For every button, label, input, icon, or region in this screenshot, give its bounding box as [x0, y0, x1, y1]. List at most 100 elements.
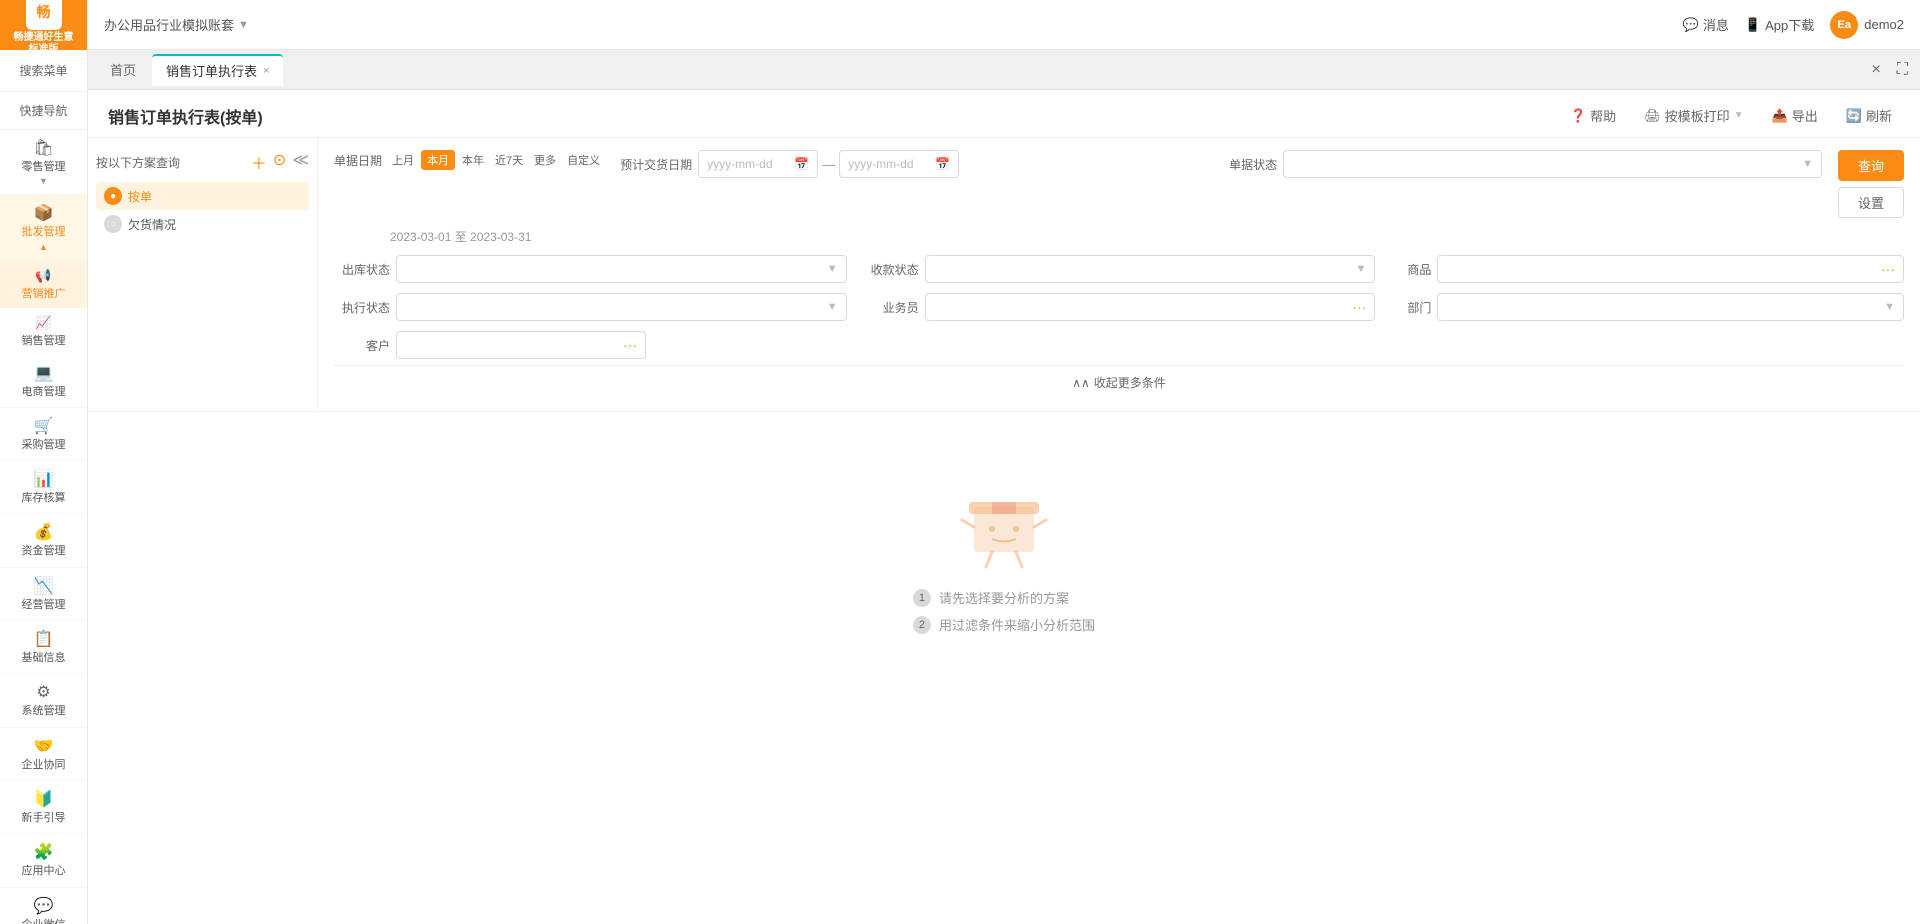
sidebar-item-newbie[interactable]: 🔰 新手引导 [0, 781, 87, 834]
tab-bar: 首页 销售订单执行表 × × ⛶ [88, 50, 1920, 90]
sales-icon: 📈 [35, 315, 51, 331]
empty-state-tips: 1 请先选择要分析的方案 2 用过滤条件来缩小分析范围 [913, 588, 1095, 634]
sidebar-item-operation-label: 经营管理 [22, 598, 66, 612]
sidebar-item-operation[interactable]: 📉 经营管理 [0, 568, 87, 621]
sidebar-item-wholesale[interactable]: 📦 批发管理 ▲ [0, 195, 87, 260]
tab-sales-order-label: 销售订单执行表 [166, 61, 257, 80]
sidebar-item-wechat[interactable]: 💬 企业微信 [0, 888, 87, 924]
sidebar-item-enterprise[interactable]: 🤝 企业协同 [0, 728, 87, 781]
newbie-icon: 🔰 [34, 789, 54, 809]
plan-settings-icon[interactable]: ⊙ [273, 150, 286, 174]
shortcut-this-month[interactable]: 本月 [421, 150, 455, 170]
expected-date-start[interactable]: yyyy-mm-dd 📅 [698, 150, 818, 178]
sidebar-item-enterprise-label: 企业协同 [22, 758, 66, 772]
page-title: 销售订单执行表(按单) [108, 104, 263, 128]
appstore-icon: 🧩 [34, 842, 54, 862]
page-header-actions: ❓ 帮助 🖨 按模板打印 ▼ 📤 导出 🔄 刷新 [1562, 102, 1900, 129]
shortcut-this-year[interactable]: 本年 [458, 150, 488, 170]
sidebar-item-retail[interactable]: 🛍 零售管理 ▼ [0, 130, 87, 195]
tab-home[interactable]: 首页 [96, 54, 150, 86]
tab-close-icon[interactable]: × [263, 65, 269, 77]
filter-row-1: 单据日期 上月 本月 本年 近7天 更多 自定义 [334, 150, 1904, 218]
filter-doc-status: 单据状态 ▼ [1229, 150, 1822, 178]
empty-tip-2: 2 用过滤条件来缩小分析范围 [913, 615, 1095, 634]
sidebar-search-label[interactable]: 搜索菜单 [0, 58, 87, 83]
wholesale-submenu: 📢 营销推广 📈 销售管理 [0, 261, 87, 355]
payment-status-select[interactable]: ▼ [925, 255, 1376, 283]
sidebar-item-purchase[interactable]: 🛒 采购管理 [0, 408, 87, 461]
expected-date-end[interactable]: yyyy-mm-dd 📅 [839, 150, 959, 178]
empty-state-illustration [954, 472, 1054, 572]
sidebar-item-system[interactable]: ⚙ 系统管理 [0, 674, 87, 727]
exec-chevron-icon: ▼ [827, 301, 838, 313]
sidebar-item-wholesale-label: 批发管理 [22, 225, 66, 239]
submenu-item-marketing[interactable]: 📢 营销推广 [0, 261, 87, 308]
shortcut-custom[interactable]: 自定义 [563, 150, 604, 170]
sidebar-item-basic[interactable]: 📋 基础信息 [0, 621, 87, 674]
plan-collapse-icon[interactable]: ≪ [292, 150, 309, 174]
avatar: Ea [1830, 11, 1858, 39]
refresh-button[interactable]: 🔄 刷新 [1838, 102, 1900, 129]
sidebar-item-finance[interactable]: 💰 资金管理 [0, 514, 87, 567]
query-button[interactable]: 查询 [1838, 150, 1904, 181]
filter-exec-status: 执行状态 ▼ [334, 293, 847, 321]
help-button[interactable]: ❓ 帮助 [1562, 102, 1624, 129]
submenu-item-sales[interactable]: 📈 销售管理 [0, 308, 87, 355]
tab-expand-button[interactable]: ⛶ [1893, 57, 1912, 83]
exec-status-select[interactable]: ▼ [396, 293, 847, 321]
shortcut-last-month[interactable]: 上月 [388, 150, 418, 170]
doc-date-label: 单据日期 [334, 152, 382, 169]
sidebar-item-system-label: 系统管理 [22, 704, 66, 718]
plan-add-icon[interactable]: ＋ [251, 150, 267, 174]
industry-selector[interactable]: 办公用品行业模拟账套 ▼ [104, 15, 249, 34]
filter-action-buttons: 查询 设置 [1838, 150, 1904, 218]
tab-close-all-button[interactable]: × [1867, 57, 1884, 83]
doc-status-select[interactable]: ▼ [1283, 150, 1822, 178]
dept-select[interactable]: ▼ [1437, 293, 1904, 321]
plan-section-label: 按以下方案查询 [96, 154, 180, 171]
print-button[interactable]: 🖨 按模板打印 ▼ [1636, 102, 1751, 129]
sidebar-item-inventory[interactable]: 📊 库存核算 [0, 461, 87, 514]
cal-end-icon: 📅 [935, 157, 950, 171]
app-download-action[interactable]: 📱 App下载 [1745, 15, 1814, 34]
tip-text-1: 请先选择要分析的方案 [939, 588, 1069, 607]
plan-item-debt[interactable]: ○ 欠货情况 [96, 210, 309, 238]
submenu-marketing-label: 营销推广 [22, 285, 66, 301]
salesman-input[interactable]: ··· [925, 293, 1376, 321]
date-separator: — [822, 157, 835, 172]
collapse-more-button[interactable]: ∧∧ 收起更多条件 [334, 365, 1904, 399]
delivery-status-label: 出库状态 [334, 261, 390, 278]
refresh-label: 刷新 [1866, 106, 1892, 125]
user-profile-action[interactable]: Ea demo2 [1830, 11, 1904, 39]
shortcut-more[interactable]: 更多 [530, 150, 560, 170]
print-chevron-icon: ▼ [1734, 110, 1744, 121]
user-name: demo2 [1864, 17, 1904, 32]
filter-row-3: 执行状态 ▼ 业务员 ··· [334, 293, 1904, 321]
settings-button[interactable]: 设置 [1838, 187, 1904, 218]
collapse-label: 收起更多条件 [1094, 374, 1166, 391]
export-button[interactable]: 📤 导出 [1764, 102, 1826, 129]
sidebar-item-appstore[interactable]: 🧩 应用中心 [0, 834, 87, 887]
sidebar-item-ecommerce[interactable]: 💻 电商管理 [0, 355, 87, 408]
tab-sales-order[interactable]: 销售订单执行表 × [152, 54, 283, 86]
salesman-more-icon[interactable]: ··· [1352, 299, 1366, 315]
quick-nav-label[interactable]: 快捷导航 [0, 98, 87, 123]
payment-chevron-icon: ▼ [1355, 263, 1366, 275]
customer-input[interactable]: ··· [396, 331, 646, 359]
page-content: 销售订单执行表(按单) ❓ 帮助 🖨 按模板打印 ▼ 📤 导出 [88, 90, 1920, 924]
shortcut-7days[interactable]: 近7天 [491, 150, 527, 170]
plan-item-order[interactable]: ● 按单 [96, 182, 309, 210]
app-logo-text: 畅捷通好生意 [14, 32, 74, 44]
delivery-status-select[interactable]: ▼ [396, 255, 847, 283]
help-label: 帮助 [1590, 106, 1616, 125]
help-icon: ❓ [1570, 108, 1586, 124]
avatar-text: Ea [1838, 19, 1851, 31]
app-logo[interactable]: 畅 畅捷通好生意 标准版 [0, 0, 87, 50]
industry-label: 办公用品行业模拟账套 [104, 15, 234, 34]
delivery-chevron-icon: ▼ [827, 263, 838, 275]
message-action[interactable]: 💬 消息 [1683, 15, 1729, 34]
tab-bar-actions: × ⛶ [1867, 57, 1912, 83]
customer-more-icon[interactable]: ··· [623, 337, 637, 353]
goods-more-icon[interactable]: ··· [1881, 261, 1895, 277]
goods-input[interactable]: ··· [1437, 255, 1904, 283]
